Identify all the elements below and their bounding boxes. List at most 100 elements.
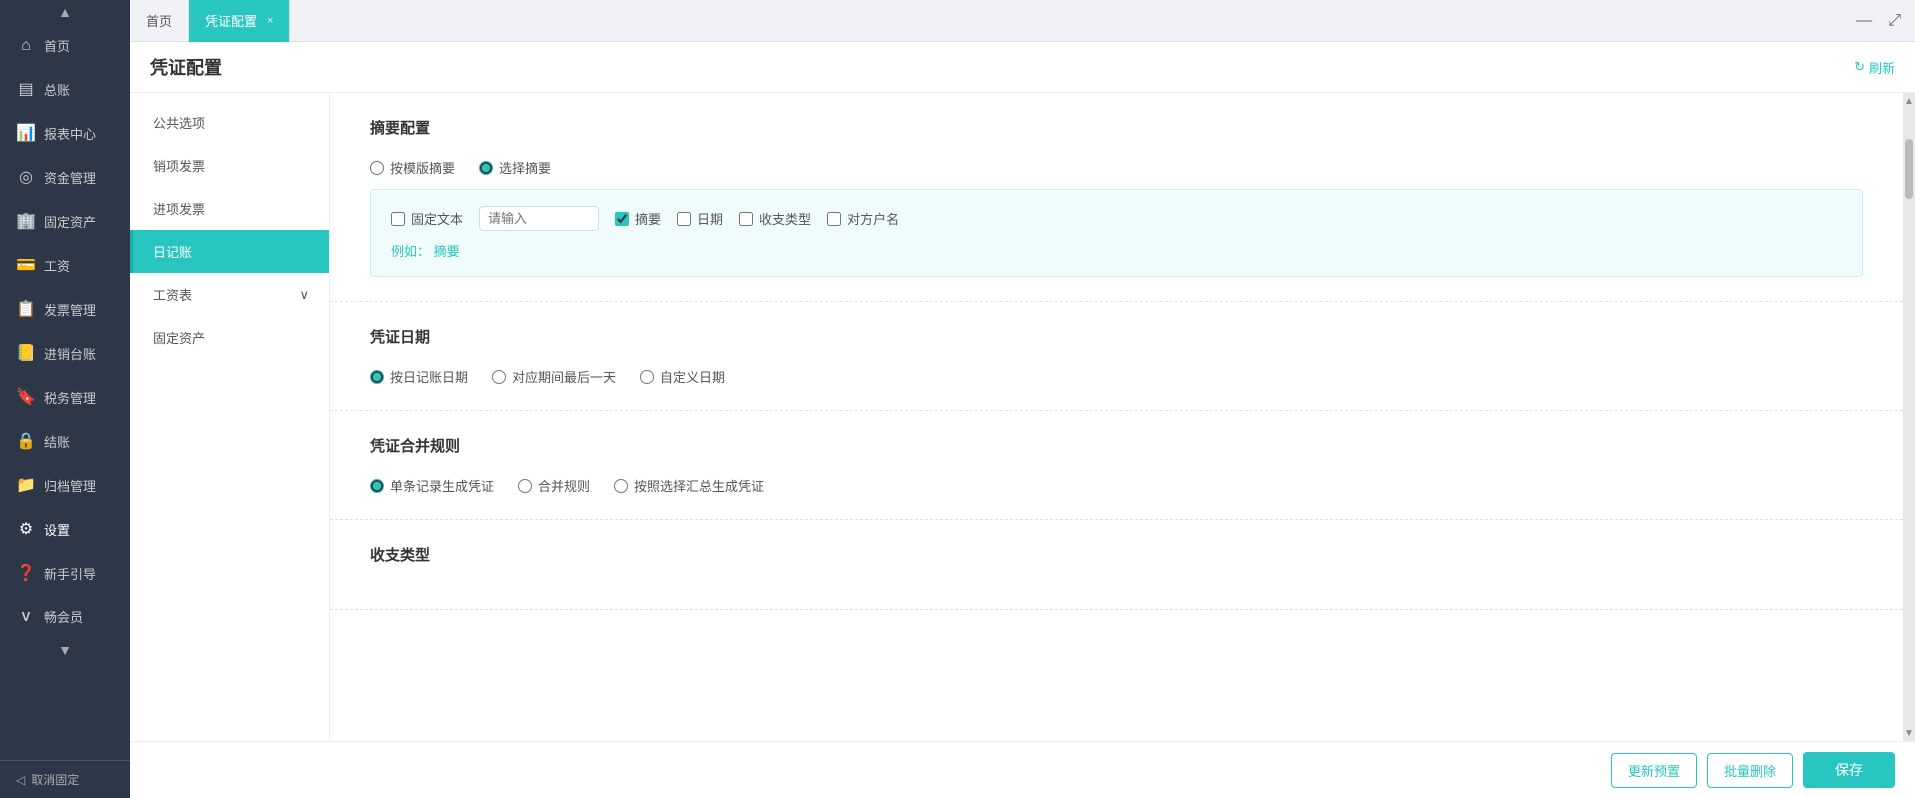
merge-radio-group: 单条记录生成凭证 合并规则 按照选择汇总生成凭证: [370, 476, 1863, 495]
close-account-icon: 🔒: [16, 431, 36, 451]
sidebar-item-sales-ledger[interactable]: 📒 进销台账: [0, 331, 130, 375]
tab-bar: 首页 凭证配置 × — ⤢: [130, 0, 1915, 42]
pin-icon: ◁: [16, 773, 25, 787]
checkbox-income-type-input[interactable]: [739, 212, 753, 226]
checkbox-summary[interactable]: 摘要: [615, 209, 661, 228]
merge-section: 凭证合并规则 单条记录生成凭证 合并规则 按照选择汇总生成凭证: [330, 411, 1903, 520]
merge-radio-select-merge[interactable]: 按照选择汇总生成凭证: [614, 476, 764, 495]
archive-icon: 📁: [16, 475, 36, 495]
tab-home[interactable]: 首页: [130, 0, 189, 42]
summary-radio-template[interactable]: 按模版摘要: [370, 158, 455, 177]
sidebar-item-home[interactable]: ⌂ 首页: [0, 24, 130, 67]
date-radio-diary[interactable]: 按日记账日期: [370, 367, 468, 386]
left-nav-public[interactable]: 公共选项: [130, 101, 329, 144]
summary-radio-select[interactable]: 选择摘要: [479, 158, 551, 177]
payroll-icon: 💳: [16, 255, 36, 275]
main-area: 首页 凭证配置 × — ⤢ 凭证配置 ↻ 刷新 公共选项 销项发票 进: [130, 0, 1915, 798]
scroll-down-arrow[interactable]: ▼: [1903, 725, 1915, 741]
summary-radio-select-input[interactable]: [479, 161, 493, 175]
left-nav-sales-invoice[interactable]: 销项发票: [130, 144, 329, 187]
sidebar-item-guide[interactable]: ❓ 新手引导: [0, 551, 130, 595]
report-icon: 📊: [16, 123, 36, 143]
tab-voucher-config[interactable]: 凭证配置 ×: [189, 0, 290, 42]
batch-delete-button[interactable]: 批量删除: [1707, 753, 1793, 788]
asset-icon: 🏢: [16, 211, 36, 231]
sidebar-item-settings[interactable]: ⚙ 设置: [0, 507, 130, 551]
left-nav-payroll-table[interactable]: 工资表 ∨: [130, 273, 329, 316]
tab-actions: — ⤢: [1850, 8, 1915, 34]
page-header: 凭证配置 ↻ 刷新: [130, 42, 1915, 93]
home-icon: ⌂: [16, 37, 36, 55]
left-nav: 公共选项 销项发票 进项发票 日记账 工资表 ∨ 固定资产: [130, 93, 330, 741]
date-radio-period-last-input[interactable]: [492, 370, 506, 384]
invoice-mgmt-icon: 📋: [16, 299, 36, 319]
sidebar-scroll-up[interactable]: ▲: [0, 0, 130, 24]
merge-radio-merge[interactable]: 合并规则: [518, 476, 590, 495]
summary-title: 摘要配置: [370, 117, 1863, 138]
bottom-bar: 更新预置 批量删除 保存: [130, 741, 1915, 798]
tab-close-btn[interactable]: ×: [267, 15, 273, 27]
vip-icon: V: [16, 609, 36, 624]
checkbox-date-input[interactable]: [677, 212, 691, 226]
income-title: 收支类型: [370, 544, 1863, 565]
summary-radio-group: 按模版摘要 选择摘要: [370, 158, 1863, 177]
summary-checkbox-row: 固定文本 摘要 日期: [391, 206, 1842, 231]
checkbox-date[interactable]: 日期: [677, 209, 723, 228]
refresh-button[interactable]: ↻ 刷新: [1854, 58, 1895, 77]
right-content: 摘要配置 按模版摘要 选择摘要: [330, 93, 1903, 741]
sidebar: ▲ ⌂ 首页 ▤ 总账 📊 报表中心 ◎ 资金管理 🏢 固定资产 💳 工资 📋 …: [0, 0, 130, 798]
left-nav-diary[interactable]: 日记账: [130, 230, 329, 273]
merge-title: 凭证合并规则: [370, 435, 1863, 456]
checkbox-fixed-text[interactable]: 固定文本: [391, 209, 463, 228]
merge-radio-select-merge-input[interactable]: [614, 479, 628, 493]
sidebar-item-close[interactable]: 🔒 结账: [0, 419, 130, 463]
merge-radio-single-input[interactable]: [370, 479, 384, 493]
main-scrollbar: ▲ ▼: [1903, 93, 1915, 741]
refresh-icon: ↻: [1854, 59, 1865, 75]
summary-radio-template-input[interactable]: [370, 161, 384, 175]
checkbox-fixed-text-input[interactable]: [391, 212, 405, 226]
fixed-text-input[interactable]: [479, 206, 599, 231]
sidebar-scroll-down[interactable]: ▼: [0, 638, 130, 662]
date-radio-diary-input[interactable]: [370, 370, 384, 384]
date-radio-period-last[interactable]: 对应期间最后一天: [492, 367, 616, 386]
settings-icon: ⚙: [16, 519, 36, 539]
date-radio-group: 按日记账日期 对应期间最后一天 自定义日期: [370, 367, 1863, 386]
sidebar-item-fund[interactable]: ◎ 资金管理: [0, 155, 130, 199]
checkbox-income-type[interactable]: 收支类型: [739, 209, 811, 228]
date-radio-custom[interactable]: 自定义日期: [640, 367, 725, 386]
checkbox-counterparty-input[interactable]: [827, 212, 841, 226]
merge-radio-single[interactable]: 单条记录生成凭证: [370, 476, 494, 495]
date-section: 凭证日期 按日记账日期 对应期间最后一天 自定义日期: [330, 302, 1903, 411]
tab-expand-btn[interactable]: ⤢: [1882, 8, 1907, 34]
sidebar-item-payroll[interactable]: 💳 工资: [0, 243, 130, 287]
summary-section: 摘要配置 按模版摘要 选择摘要: [330, 93, 1903, 302]
fund-icon: ◎: [16, 167, 36, 187]
sidebar-unpin[interactable]: ◁ 取消固定: [0, 760, 130, 798]
sidebar-item-archive[interactable]: 📁 归档管理: [0, 463, 130, 507]
merge-radio-merge-input[interactable]: [518, 479, 532, 493]
date-radio-custom-input[interactable]: [640, 370, 654, 384]
sidebar-item-invoice-mgmt[interactable]: 📋 发票管理: [0, 287, 130, 331]
sidebar-item-vip[interactable]: V 畅会员: [0, 595, 130, 638]
scrollbar-thumb[interactable]: [1905, 139, 1913, 199]
sidebar-item-ledger[interactable]: ▤ 总账: [0, 67, 130, 111]
left-nav-purchase-invoice[interactable]: 进项发票: [130, 187, 329, 230]
checkbox-counterparty[interactable]: 对方户名: [827, 209, 899, 228]
chevron-down-icon: ∨: [299, 287, 309, 303]
sidebar-item-tax[interactable]: 🔖 税务管理: [0, 375, 130, 419]
left-nav-fixed-asset[interactable]: 固定资产: [130, 316, 329, 359]
update-preset-button[interactable]: 更新预置: [1611, 753, 1697, 788]
sales-ledger-icon: 📒: [16, 343, 36, 363]
sidebar-item-asset[interactable]: 🏢 固定资产: [0, 199, 130, 243]
tax-icon: 🔖: [16, 387, 36, 407]
checkbox-summary-input[interactable]: [615, 212, 629, 226]
tab-minimize-btn[interactable]: —: [1850, 8, 1878, 34]
sidebar-item-report[interactable]: 📊 报表中心: [0, 111, 130, 155]
ledger-icon: ▤: [16, 79, 36, 99]
save-button[interactable]: 保存: [1803, 752, 1895, 788]
date-title: 凭证日期: [370, 326, 1863, 347]
content-layout: 公共选项 销项发票 进项发票 日记账 工资表 ∨ 固定资产: [130, 93, 1915, 741]
scroll-up-arrow[interactable]: ▲: [1903, 93, 1915, 109]
summary-checkbox-area: 固定文本 摘要 日期: [370, 189, 1863, 277]
